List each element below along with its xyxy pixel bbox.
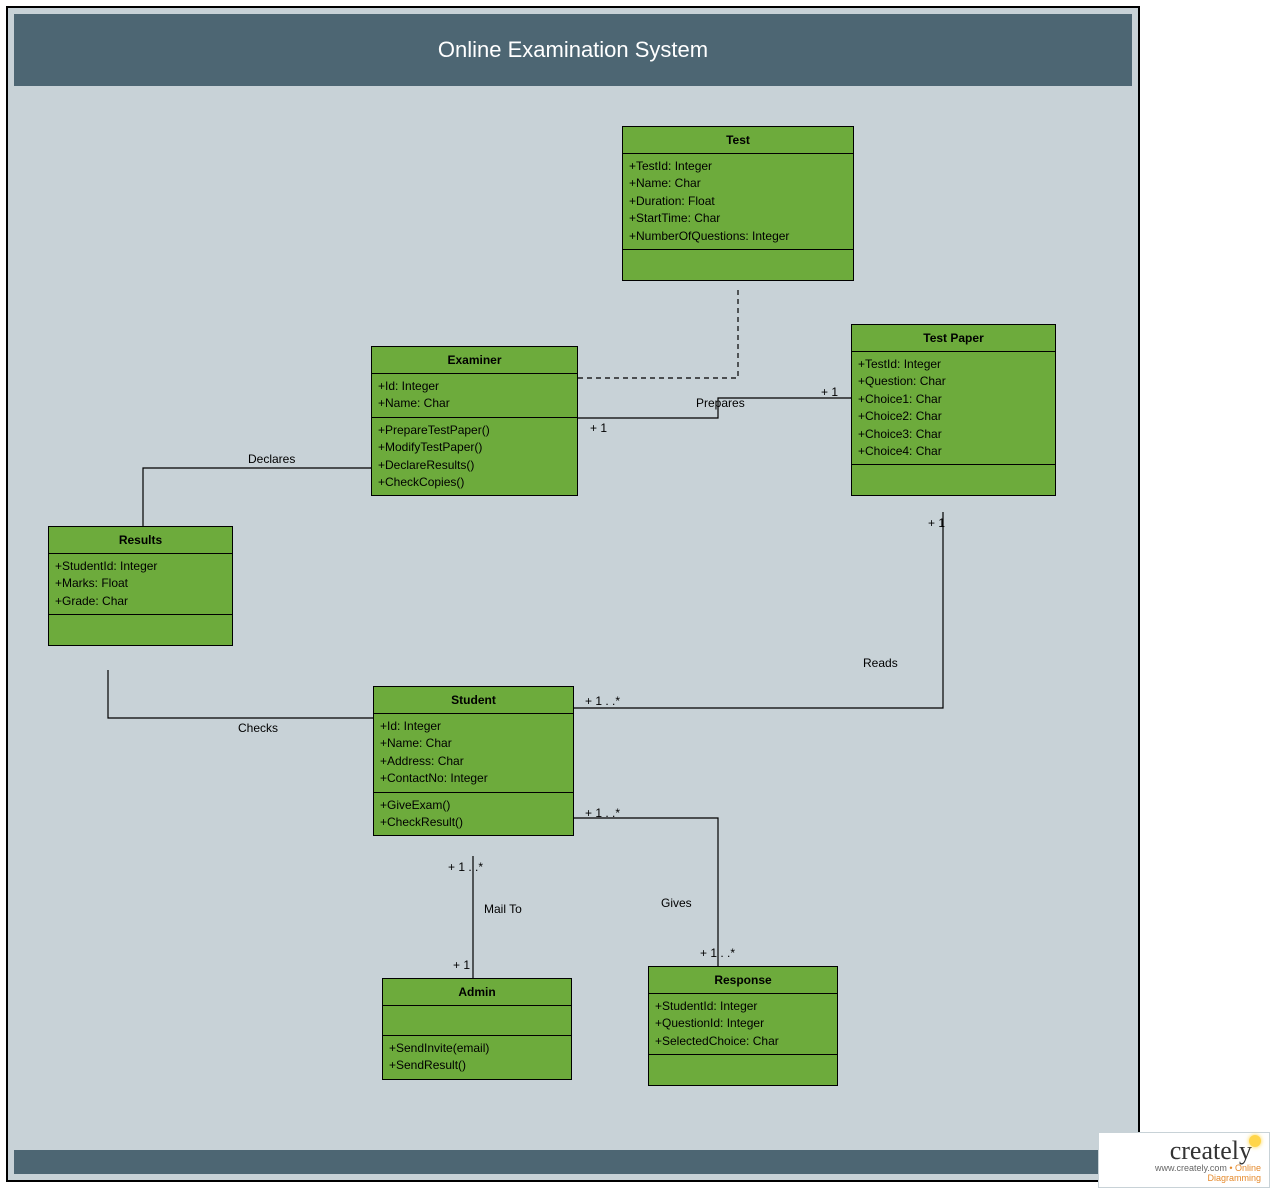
class-attributes (383, 1006, 571, 1036)
label-mailto: Mail To (484, 902, 522, 916)
class-operations: +PrepareTestPaper() +ModifyTestPaper() +… (372, 418, 577, 496)
multiplicity: + 1 (821, 385, 838, 399)
class-operations: +GiveExam() +CheckResult() (374, 793, 573, 836)
logo-subtitle: www.creately.com • Online Diagramming (1107, 1164, 1261, 1183)
class-operations: +SendInvite(email) +SendResult() (383, 1036, 571, 1079)
class-title: Results (49, 527, 232, 554)
class-title: Test (623, 127, 853, 154)
multiplicity: + 1 . .* (585, 694, 620, 708)
logo-brand: creately (1170, 1136, 1252, 1165)
multiplicity: + 1 (590, 421, 607, 435)
class-operations (623, 250, 853, 280)
multiplicity: + 1 (453, 958, 470, 972)
class-testpaper[interactable]: Test Paper +TestId: Integer +Question: C… (851, 324, 1056, 496)
class-operations (852, 465, 1055, 495)
class-response[interactable]: Response +StudentId: Integer +QuestionId… (648, 966, 838, 1086)
class-test[interactable]: Test +TestId: Integer +Name: Char +Durat… (622, 126, 854, 281)
class-attributes: +TestId: Integer +Question: Char +Choice… (852, 352, 1055, 465)
class-attributes: +StudentId: Integer +Marks: Float +Grade… (49, 554, 232, 615)
multiplicity: + 1 . .* (448, 860, 483, 874)
class-title: Admin (383, 979, 571, 1006)
class-title: Student (374, 687, 573, 714)
class-results[interactable]: Results +StudentId: Integer +Marks: Floa… (48, 526, 233, 646)
lightbulb-icon (1249, 1135, 1261, 1147)
diagram-frame: Online Examination System Test +TestId: … (6, 6, 1140, 1182)
diagram-canvas[interactable]: Test +TestId: Integer +Name: Char +Durat… (18, 96, 1128, 1170)
label-declares: Declares (248, 452, 295, 466)
class-admin[interactable]: Admin +SendInvite(email) +SendResult() (382, 978, 572, 1080)
footer-strip (14, 1150, 1132, 1174)
class-attributes: +Id: Integer +Name: Char (372, 374, 577, 418)
multiplicity: + 1 (928, 516, 945, 530)
class-attributes: +TestId: Integer +Name: Char +Duration: … (623, 154, 853, 250)
label-checks: Checks (238, 721, 278, 735)
class-operations (649, 1055, 837, 1085)
label-reads: Reads (863, 656, 898, 670)
class-title: Examiner (372, 347, 577, 374)
multiplicity: + 1 . .* (585, 806, 620, 820)
label-prepares: Prepares (696, 396, 745, 410)
class-title: Test Paper (852, 325, 1055, 352)
title-bar: Online Examination System (14, 14, 1132, 86)
label-gives: Gives (661, 896, 692, 910)
class-operations (49, 615, 232, 645)
diagram-title: Online Examination System (438, 37, 708, 62)
class-examiner[interactable]: Examiner +Id: Integer +Name: Char +Prepa… (371, 346, 578, 496)
class-attributes: +StudentId: Integer +QuestionId: Integer… (649, 994, 837, 1055)
class-title: Response (649, 967, 837, 994)
creately-logo[interactable]: creately www.creately.com • Online Diagr… (1098, 1132, 1270, 1188)
multiplicity: + 1 . .* (700, 946, 735, 960)
class-attributes: +Id: Integer +Name: Char +Address: Char … (374, 714, 573, 793)
class-student[interactable]: Student +Id: Integer +Name: Char +Addres… (373, 686, 574, 836)
